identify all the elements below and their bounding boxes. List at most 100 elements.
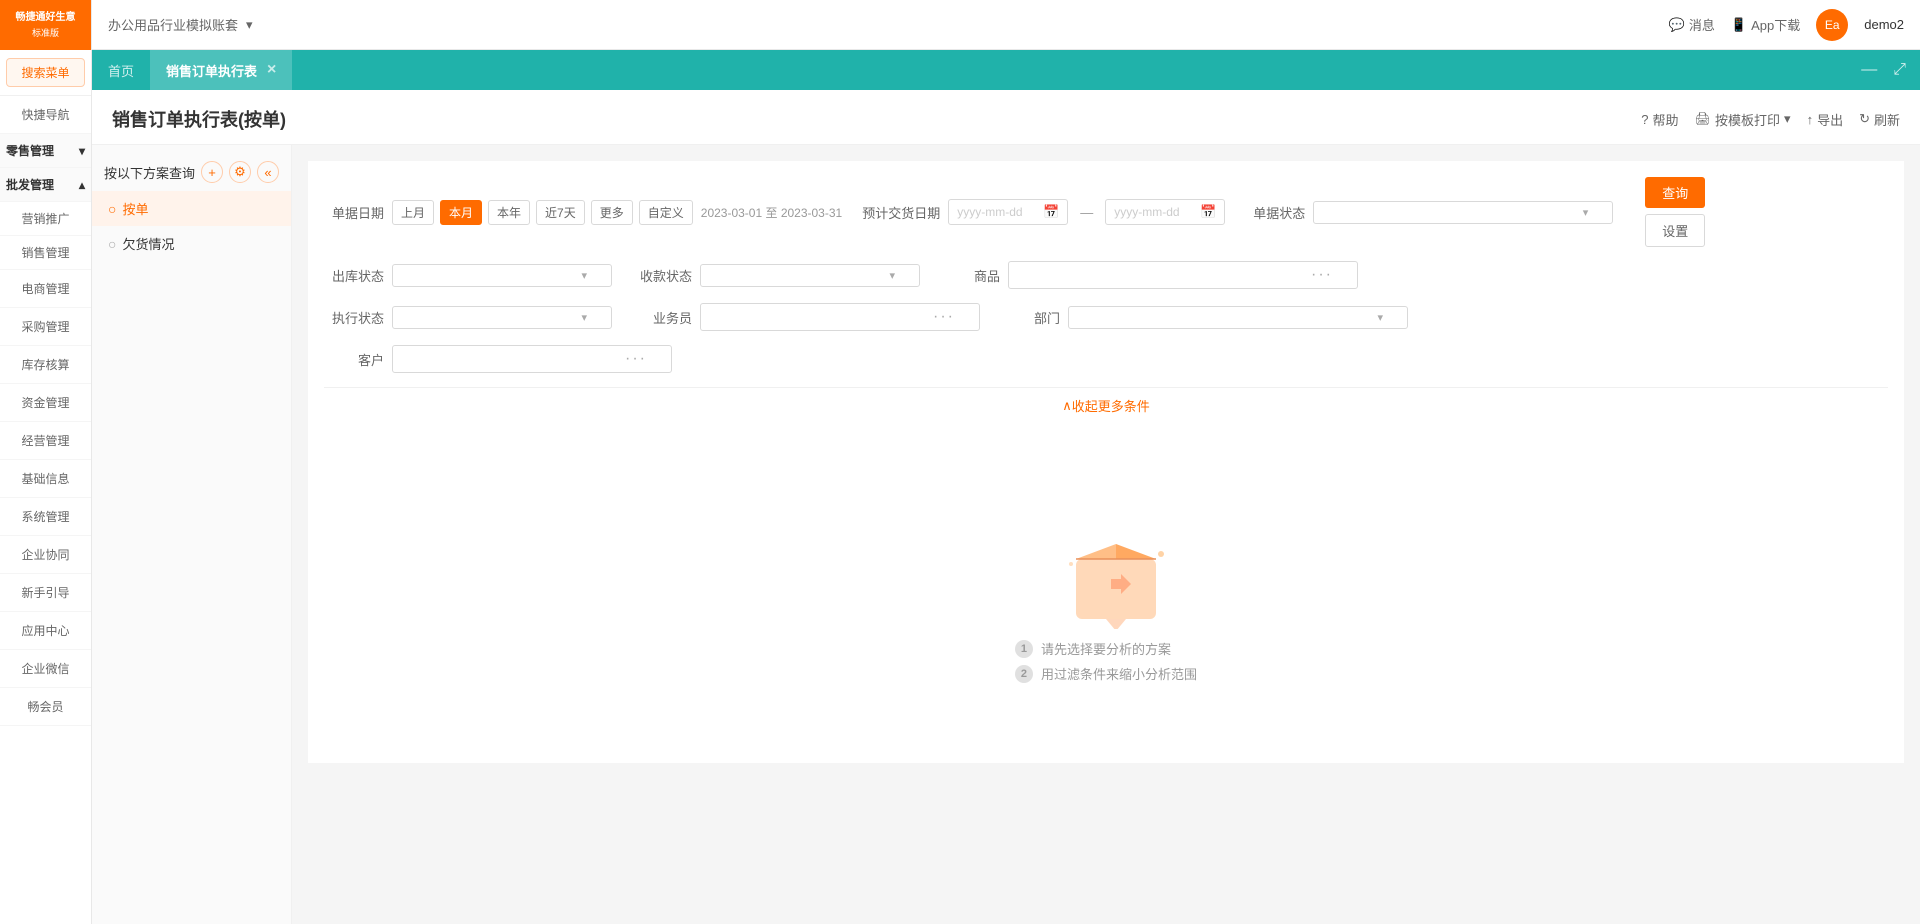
industry-dropdown-icon[interactable]: ▾ <box>246 17 253 33</box>
left-panel-icons: + ⚙ « <box>201 161 279 183</box>
sidebar-item-appstore[interactable]: 应用中心 <box>0 612 91 650</box>
sidebar-item-marketing[interactable]: 营销推广 <box>0 202 91 236</box>
right-panel: 单据日期 上月 本月 本年 近7天 更多 自定义 2023-03-01 至 20… <box>292 145 1920 924</box>
username-label[interactable]: demo2 <box>1864 17 1904 32</box>
topbar: 办公用品行业模拟账套 ▾ 💬 消息 📱 App下载 Ea demo2 <box>92 0 1920 50</box>
refresh-label: 刷新 <box>1874 110 1900 129</box>
filter-collapse-btn[interactable]: ∧ 收起更多条件 <box>324 387 1888 423</box>
sidebar-item-sales[interactable]: 销售管理 <box>0 236 91 270</box>
sidebar: 畅捷通好生意 标准版 搜索菜单 快捷导航 零售管理 ▾ 批发管理 ▴ 营销推广 … <box>0 0 92 924</box>
filter-date: 单据日期 上月 本月 本年 近7天 更多 自定义 2023-03-01 至 20… <box>324 200 842 225</box>
refresh-action[interactable]: ↻ 刷新 <box>1859 110 1900 129</box>
sidebar-item-member[interactable]: 畅会员 <box>0 688 91 726</box>
sidebar-item-wholesale[interactable]: 批发管理 ▴ <box>0 168 91 202</box>
sidebar-item-retail[interactable]: 零售管理 ▾ <box>0 134 91 168</box>
calendar-from-icon: 📅 <box>1043 204 1059 220</box>
add-scheme-icon[interactable]: + <box>201 161 223 183</box>
sidebar-item-ecommerce[interactable]: 电商管理 <box>0 270 91 308</box>
sidebar-item-retail-label: 零售管理 <box>6 142 54 159</box>
page-header: 销售订单执行表(按单) ? 帮助 🖨 按模板打印 ▾ ↑ 导出 <box>92 90 1920 145</box>
collect-status-select[interactable]: ▾ <box>700 264 920 287</box>
filter-out-status: 出库状态 ▾ <box>324 264 612 287</box>
filter-estimated-delivery: 预计交货日期 yyyy-mm-dd 📅 — yyyy-mm-dd 📅 <box>862 199 1225 225</box>
exec-status-select[interactable]: ▾ <box>392 306 612 329</box>
sidebar-search-section: 搜索菜单 <box>0 50 91 96</box>
sidebar-item-inventory[interactable]: 库存核算 <box>0 346 91 384</box>
tabbar-minimize-btn[interactable]: — <box>1855 57 1883 83</box>
customer-select[interactable]: ··· <box>392 345 672 373</box>
search-menu-button[interactable]: 搜索菜单 <box>6 58 85 87</box>
date-from-placeholder: yyyy-mm-dd <box>957 205 1022 219</box>
sidebar-item-newcomer[interactable]: 新手引导 <box>0 574 91 612</box>
sidebar-item-wechat[interactable]: 企业微信 <box>0 650 91 688</box>
empty-hint-1: 1 请先选择要分析的方案 <box>1015 639 1197 658</box>
sidebar-item-system[interactable]: 系统管理 <box>0 498 91 536</box>
status-select[interactable]: ▾ <box>1313 201 1613 224</box>
filter-product: 商品 ··· <box>940 261 1358 289</box>
page-title: 销售订单执行表(按单) <box>112 106 286 132</box>
full-page: 销售订单执行表(按单) ? 帮助 🖨 按模板打印 ▾ ↑ 导出 <box>92 90 1920 924</box>
search-btn-area: 查询 设置 <box>1633 177 1705 247</box>
sidebar-item-basic[interactable]: 基础信息 <box>0 460 91 498</box>
sidebar-item-finance[interactable]: 资金管理 <box>0 384 91 422</box>
scheme-item-shortage[interactable]: ○ 欠货情况 <box>92 226 291 261</box>
export-action[interactable]: ↑ 导出 <box>1807 110 1844 129</box>
date-btn-last-month[interactable]: 上月 <box>392 200 434 225</box>
filter-row-2: 出库状态 ▾ 收款状态 ▾ <box>324 261 1888 289</box>
sidebar-item-quick-nav[interactable]: 快捷导航 <box>0 96 91 134</box>
message-icon: 💬 <box>1669 17 1685 33</box>
date-from-input[interactable]: yyyy-mm-dd 📅 <box>948 199 1068 225</box>
tabbar: 首页 销售订单执行表 × — ⤢ <box>92 50 1920 90</box>
tab-home-label: 首页 <box>108 61 134 80</box>
left-panel-header: 按以下方案查询 + ⚙ « <box>92 157 291 191</box>
sidebar-item-wholesale-label: 批发管理 <box>6 176 54 193</box>
collapse-panel-icon[interactable]: « <box>257 161 279 183</box>
status-label: 单据状态 <box>1245 203 1305 222</box>
out-status-label: 出库状态 <box>324 266 384 285</box>
refresh-icon: ↻ <box>1859 111 1870 127</box>
tabbar-expand-btn[interactable]: ⤢ <box>1887 57 1912 83</box>
date-btn-7days[interactable]: 近7天 <box>536 200 585 225</box>
scheme-item-by-order[interactable]: ○ 按单 <box>92 191 291 226</box>
sidebar-item-enterprise[interactable]: 企业协同 <box>0 536 91 574</box>
help-icon: ? <box>1641 112 1648 127</box>
filter-row-1: 单据日期 上月 本月 本年 近7天 更多 自定义 2023-03-01 至 20… <box>324 177 1888 247</box>
out-status-select[interactable]: ▾ <box>392 264 612 287</box>
filter-dept: 部门 ▾ <box>1000 306 1408 329</box>
app-download-action[interactable]: 📱 App下载 <box>1731 15 1800 34</box>
date-btn-this-year[interactable]: 本年 <box>488 200 530 225</box>
product-select[interactable]: ··· <box>1008 261 1358 289</box>
avatar: Ea <box>1816 9 1848 41</box>
empty-illustration <box>1056 519 1176 629</box>
date-to-input[interactable]: yyyy-mm-dd 📅 <box>1105 199 1225 225</box>
dept-dropdown-icon: ▾ <box>1377 311 1383 324</box>
settings-button[interactable]: 设置 <box>1645 214 1705 247</box>
salesperson-more-icon[interactable]: ··· <box>933 308 955 326</box>
search-button[interactable]: 查询 <box>1645 177 1705 208</box>
product-more-icon[interactable]: ··· <box>1311 266 1333 284</box>
hint-text-1: 请先选择要分析的方案 <box>1041 639 1171 658</box>
salesperson-select[interactable]: ··· <box>700 303 980 331</box>
tab-home[interactable]: 首页 <box>92 50 150 90</box>
help-action[interactable]: ? 帮助 <box>1641 110 1678 129</box>
sidebar-item-purchase[interactable]: 采购管理 <box>0 308 91 346</box>
collect-status-dropdown-icon: ▾ <box>889 269 895 282</box>
topbar-left: 办公用品行业模拟账套 ▾ <box>108 15 253 34</box>
message-action[interactable]: 💬 消息 <box>1669 15 1715 34</box>
logo-text: 畅捷通好生意 <box>16 11 76 24</box>
date-btn-custom[interactable]: 自定义 <box>639 200 693 225</box>
date-btn-this-month[interactable]: 本月 <box>440 200 482 225</box>
settings-scheme-icon[interactable]: ⚙ <box>229 161 251 183</box>
dept-select[interactable]: ▾ <box>1068 306 1408 329</box>
estimated-delivery-label: 预计交货日期 <box>862 203 940 222</box>
logo-sub: 标准版 <box>32 26 59 39</box>
tab-sales-order[interactable]: 销售订单执行表 × <box>150 50 292 90</box>
sidebar-item-operation[interactable]: 经营管理 <box>0 422 91 460</box>
date-btn-more[interactable]: 更多 <box>591 200 633 225</box>
print-action[interactable]: 🖨 按模板打印 ▾ <box>1695 110 1791 129</box>
product-label: 商品 <box>940 266 1000 285</box>
scheme-item-icon: ○ <box>108 201 116 217</box>
date-label: 单据日期 <box>324 203 384 222</box>
tab-close-icon[interactable]: × <box>267 62 276 78</box>
customer-more-icon[interactable]: ··· <box>625 350 647 368</box>
